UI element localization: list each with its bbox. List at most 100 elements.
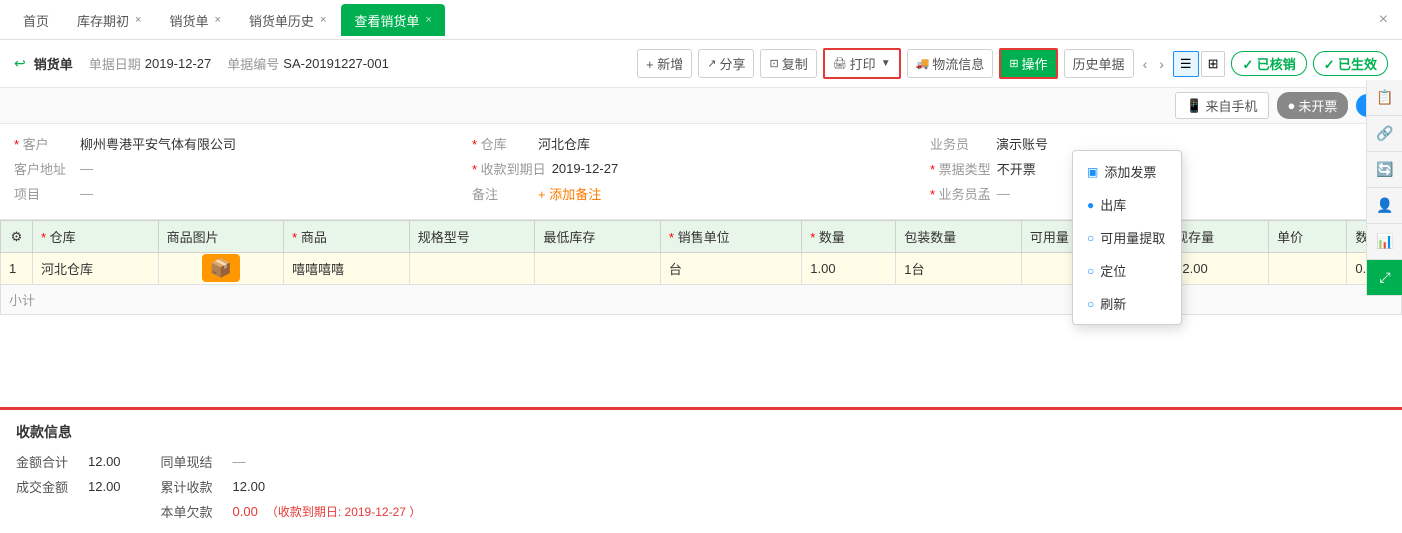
current-due-row: 本单欠款 0.00 （收款到期日: 2019-12-27 ） — [161, 502, 422, 521]
print-button[interactable]: 🖨 打印 ▼ — [823, 48, 901, 79]
locate-icon: ○ — [1087, 264, 1094, 278]
address-value: — — [80, 161, 93, 176]
not-open-button[interactable]: ● 未开票 — [1277, 92, 1349, 119]
tab-close-icon[interactable]: × — [425, 14, 431, 26]
project-field: 项目 — — [14, 184, 472, 203]
doc-date: 单据日期 2019-12-27 — [89, 54, 212, 73]
col-warehouse: 仓库 — [33, 221, 159, 253]
col-product: 商品 — [284, 221, 410, 253]
col-config[interactable]: ⚙ — [1, 221, 33, 253]
bottom-panel: 收款信息 金额合计 12.00 成交金额 12.00 同单现结 — — [0, 407, 1402, 533]
ticket-type-label: 票据类型 — [930, 159, 991, 178]
row-image: 📦 — [158, 253, 284, 285]
right-icon-1[interactable]: 📋 — [1367, 80, 1402, 116]
transaction-label: 成交金额 — [16, 477, 80, 496]
row-pack-qty: 1台 — [896, 253, 1022, 285]
phone-icon: 📱 — [1186, 98, 1202, 114]
due-date-field: 收款到期日 2019-12-27 — [472, 159, 930, 178]
form-area: 客户 柳州粤港平安气体有限公司 仓库 河北仓库 业务员 演示账号 客户地址 — … — [0, 124, 1402, 220]
row-unit: 台 — [660, 253, 801, 285]
cumulative-row: 累计收款 12.00 — [161, 477, 422, 496]
payment-rows: 金额合计 12.00 成交金额 12.00 同单现结 — 累计收款 — [16, 452, 436, 521]
subtotal-label: 小计 — [1, 285, 1402, 315]
grid-view-button[interactable]: ⊞ — [1201, 51, 1226, 77]
view-toggle: ☰ ⊞ — [1173, 51, 1226, 77]
right-icon-3[interactable]: 🔄 — [1367, 152, 1402, 188]
from-phone-button[interactable]: 📱 来自手机 — [1175, 92, 1268, 119]
tab-inventory[interactable]: 库存期初 × — [64, 4, 154, 36]
row-qty: 1.00 — [802, 253, 896, 285]
copy-button[interactable]: ⊡ 复制 — [760, 49, 816, 78]
new-button[interactable]: + 新增 — [637, 49, 692, 78]
dropdown-item-outbound[interactable]: ● 出库 — [1073, 188, 1181, 221]
refresh-icon: ○ — [1087, 297, 1094, 311]
logistics-label: 物流信息 — [932, 54, 984, 73]
warehouse-value: 河北仓库 — [538, 134, 590, 153]
tab-close-icon[interactable]: × — [214, 14, 220, 26]
operation-button[interactable]: ⊞ 操作 — [999, 48, 1057, 79]
prev-arrow[interactable]: ‹ — [1140, 56, 1151, 72]
right-icon-6[interactable]: ⤢ — [1367, 260, 1402, 296]
main-content: ↩ 销货单 单据日期 2019-12-27 单据编号 SA-20191227-0… — [0, 40, 1402, 533]
tab-close-icon[interactable]: × — [320, 14, 326, 26]
effective-tag: ✓ 已生效 — [1313, 51, 1388, 76]
ticket-type-value: 不开票 — [997, 159, 1036, 178]
row-no: 1 — [1, 253, 33, 285]
refresh-label: 刷新 — [1100, 294, 1126, 313]
print-label: 打印 — [850, 54, 876, 73]
same-order-value: — — [233, 454, 246, 469]
note-field: 备注 + 添加备注 — [472, 184, 930, 203]
history-button[interactable]: 历史单据 — [1064, 49, 1134, 78]
right-icons: 📋 🔗 🔄 👤 📊 ⤢ — [1366, 80, 1402, 296]
outbound-label: 出库 — [1100, 195, 1126, 214]
payment-col-2: 同单现结 — 累计收款 12.00 本单欠款 0.00 （收款到期日: 2019… — [161, 452, 422, 521]
customer-field: 客户 柳州粤港平安气体有限公司 — [14, 134, 472, 153]
col-min-stock: 最低库存 — [535, 221, 661, 253]
tab-view-sales[interactable]: 查看销货单 × — [341, 4, 444, 36]
right-icon-5[interactable]: 📊 — [1367, 224, 1402, 260]
project-value: — — [80, 186, 93, 201]
project-label: 项目 — [14, 184, 74, 203]
doc-header: ↩ 销货单 单据日期 2019-12-27 单据编号 SA-20191227-0… — [0, 40, 1402, 88]
next-arrow[interactable]: › — [1156, 56, 1167, 72]
current-due-value: 0.00 — [233, 504, 258, 519]
window-close-button[interactable]: × — [1375, 7, 1392, 33]
share-button[interactable]: ↗ 分享 — [698, 49, 754, 78]
copy-label: 复制 — [782, 54, 808, 73]
add-note-button[interactable]: + 添加备注 — [538, 184, 601, 203]
invoice-label: 添加发票 — [1104, 162, 1156, 181]
operation-label: 操作 — [1022, 54, 1048, 73]
dropdown-item-invoice[interactable]: ▣ 添加发票 — [1073, 155, 1181, 188]
row-spec — [409, 253, 535, 285]
warehouse-label: 仓库 — [472, 134, 532, 153]
tab-sales-history[interactable]: 销货单历史 × — [236, 4, 339, 36]
tab-sales[interactable]: 销货单 × — [156, 4, 233, 36]
tab-home[interactable]: 首页 — [10, 4, 62, 36]
col-qty: 数量 — [802, 221, 896, 253]
dropdown-item-locate[interactable]: ○ 定位 — [1073, 254, 1181, 287]
doc-icon: ↩ — [14, 55, 26, 72]
staff-label: 业务员 — [930, 134, 990, 153]
payment-col-1: 金额合计 12.00 成交金额 12.00 — [16, 452, 121, 521]
doc-title: 销货单 — [34, 54, 73, 73]
dropdown-item-refresh[interactable]: ○ 刷新 — [1073, 287, 1181, 320]
right-icon-2[interactable]: 🔗 — [1367, 116, 1402, 152]
not-open-label: 未开票 — [1298, 96, 1337, 115]
right-icon-4[interactable]: 👤 — [1367, 188, 1402, 224]
note-label: 备注 — [472, 184, 532, 203]
customer-label: 客户 — [14, 134, 74, 153]
share-label: 分享 — [719, 54, 745, 73]
status-icon: ● — [1288, 98, 1296, 113]
history-label: 历史单据 — [1073, 54, 1125, 73]
logistics-button[interactable]: 🚚 物流信息 — [907, 49, 994, 78]
same-order-row: 同单现结 — — [161, 452, 422, 471]
tab-close-icon[interactable]: × — [135, 14, 141, 26]
locate-label: 定位 — [1100, 261, 1126, 280]
cumulative-label: 累计收款 — [161, 477, 225, 496]
dropdown-item-available[interactable]: ○ 可用量提取 — [1073, 221, 1181, 254]
payment-info: 收款信息 金额合计 12.00 成交金额 12.00 同单现结 — — [16, 422, 436, 521]
tab-label: 销货单历史 — [249, 11, 314, 30]
list-view-button[interactable]: ☰ — [1173, 51, 1199, 77]
row-product: 嘻嘻嘻嘻 — [284, 253, 410, 285]
tab-label: 首页 — [23, 11, 49, 30]
